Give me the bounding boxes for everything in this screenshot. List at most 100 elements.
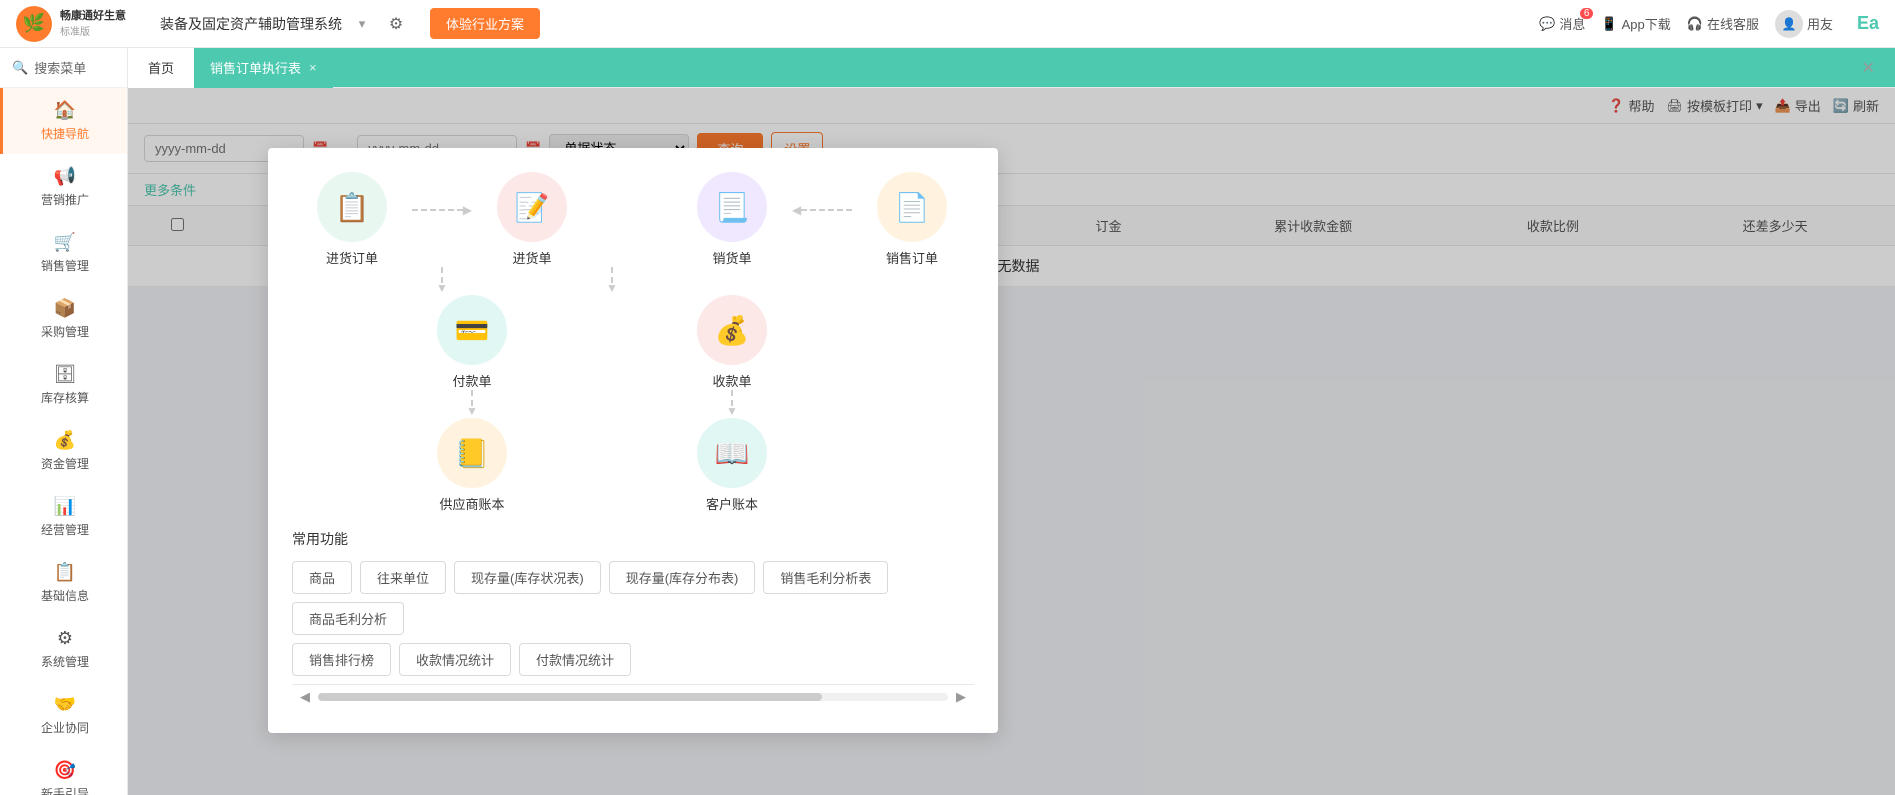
logo-text: 畅康通好生意 [60, 9, 126, 23]
purchase-order-icon: 📋 [317, 172, 387, 242]
receipt-label: 收款单 [712, 371, 751, 390]
sidebar-item-basic-info[interactable]: 📋 基础信息 [0, 550, 127, 616]
common-title: 常用功能 [292, 529, 974, 549]
sidebar-item-newbie[interactable]: 🎯 新手引导 [0, 748, 127, 795]
online-service-label: 在线客服 [1707, 14, 1759, 33]
flow-node-sales-bill[interactable]: 📃 销货单 [672, 172, 792, 267]
sidebar-item-enterprise[interactable]: 🤝 企业协同 [0, 682, 127, 748]
flow-node-customer-ledger[interactable]: 📖 客户账本 [672, 418, 792, 513]
flow-node-purchase-bill[interactable]: 📝 进货单 [472, 172, 592, 267]
sales-icon: 🛒 [54, 232, 76, 253]
system-dropdown-btn[interactable]: ▾ [350, 12, 374, 36]
user-area[interactable]: 👤 用友 [1775, 10, 1833, 38]
func-btn-payment-stats[interactable]: 付款情况统计 [519, 643, 631, 676]
func-btn-current-stock-status[interactable]: 现存量(库存状况表) [454, 561, 601, 594]
common-functions: 常用功能 商品 往来单位 现存量(库存状况表) 现存量(库存分布表) 销售毛利分… [292, 529, 974, 676]
purchase-icon: 📦 [54, 298, 76, 319]
operations-icon: 📊 [54, 496, 76, 517]
receipt-icon: 💰 [697, 295, 767, 365]
basic-info-icon: 📋 [54, 562, 76, 583]
tab-sales-order[interactable]: 销售订单执行表 × [194, 48, 333, 88]
sidebar-item-operations[interactable]: 📊 经营管理 [0, 484, 127, 550]
func-btns-row1: 商品 往来单位 现存量(库存状况表) 现存量(库存分布表) 销售毛利分析表 商品… [292, 561, 974, 635]
newbie-icon: 🎯 [54, 760, 76, 781]
sales-order-label: 销售订单 [886, 248, 938, 267]
sidebar-item-marketing[interactable]: 📢 营销推广 [0, 154, 127, 220]
purchase-bill-label: 进货单 [512, 248, 551, 267]
supplier-ledger-label: 供应商账本 [439, 494, 504, 513]
func-btn-product-margin[interactable]: 商品毛利分析 [292, 602, 404, 635]
customer-ledger-label: 客户账本 [706, 494, 758, 513]
sales-bill-label: 销货单 [712, 248, 751, 267]
search-label: 搜索菜单 [34, 58, 86, 77]
download-icon: 📱 [1601, 16, 1617, 32]
sales-order-icon: 📄 [877, 172, 947, 242]
supplier-ledger-icon: 📒 [437, 418, 507, 488]
top-right-area: 💬 消息 6 📱 App下载 🎧 在线客服 👤 用友 Ea [1539, 10, 1879, 38]
sidebar-item-label: 新手引导 [41, 785, 89, 795]
logo-area: 🌿 畅康通好生意 标准版 [16, 6, 144, 42]
modal-overlay[interactable]: 📋 进货订单 ▶ [128, 88, 1895, 795]
flow-node-sales-order[interactable]: 📄 销售订单 [852, 172, 972, 267]
gear-icon[interactable]: ⚙ [382, 10, 410, 38]
app-download-btn[interactable]: 📱 App下载 [1601, 14, 1670, 33]
flow-node-supplier-ledger[interactable]: 📒 供应商账本 [412, 418, 532, 513]
user-avatar: 👤 [1775, 10, 1803, 38]
scroll-thumb[interactable] [318, 693, 822, 701]
content-close-btn[interactable]: ✕ [1854, 60, 1883, 77]
sidebar-item-inventory[interactable]: 🗄 库存核算 [0, 352, 127, 418]
search-menu-btn[interactable]: 🔍 搜索菜单 [0, 48, 127, 88]
func-btns-row2: 销售排行榜 收款情况统计 付款情况统计 [292, 643, 974, 676]
ea-text: Ea [1857, 13, 1879, 34]
finance-icon: 💰 [54, 430, 76, 451]
func-btn-sales-margin-analysis[interactable]: 销售毛利分析表 [763, 561, 888, 594]
sidebar-item-label: 快捷导航 [41, 125, 89, 142]
flow-node-receipt[interactable]: 💰 收款单 [672, 295, 792, 390]
purchase-bill-icon: 📝 [497, 172, 567, 242]
marketing-icon: 📢 [54, 166, 76, 187]
home-icon: 🏠 [54, 100, 76, 121]
enterprise-icon: 🤝 [54, 694, 76, 715]
tab-home[interactable]: 首页 [128, 48, 194, 88]
message-icon: 💬 [1539, 16, 1555, 32]
func-btn-receipt-stats[interactable]: 收款情况统计 [399, 643, 511, 676]
tab-close-icon[interactable]: × [309, 60, 317, 75]
sidebar-item-label: 资金管理 [41, 455, 89, 472]
sidebar-item-quick-nav[interactable]: 🏠 快捷导航 [0, 88, 127, 154]
scroll-indicator: ◀ ▶ [292, 684, 974, 709]
sidebar-item-label: 经营管理 [41, 521, 89, 538]
func-btn-counterparty[interactable]: 往来单位 [360, 561, 446, 594]
online-service-btn[interactable]: 🎧 在线客服 [1687, 14, 1759, 33]
sidebar-item-label: 采购管理 [41, 323, 89, 340]
func-btn-current-stock-dist[interactable]: 现存量(库存分布表) [609, 561, 756, 594]
search-icon: 🔍 [12, 60, 28, 76]
inventory-icon: 🗄 [54, 364, 77, 385]
sidebar-item-system[interactable]: ⚙ 系统管理 [0, 616, 127, 682]
system-icon: ⚙ [57, 628, 73, 649]
scroll-track [318, 693, 948, 701]
message-badge: 6 [1580, 8, 1594, 19]
logo-sub: 标准版 [60, 23, 126, 38]
payment-label: 付款单 [452, 371, 491, 390]
tab-bar: 首页 销售订单执行表 × ✕ [128, 48, 1895, 88]
flow-node-purchase-order[interactable]: 📋 进货订单 [292, 172, 412, 267]
customer-ledger-icon: 📖 [697, 418, 767, 488]
message-btn[interactable]: 💬 消息 6 [1539, 14, 1585, 33]
flow-node-payment[interactable]: 💳 付款单 [412, 295, 532, 390]
sidebar-item-finance[interactable]: 💰 资金管理 [0, 418, 127, 484]
tab-bar-right: ✕ [1854, 58, 1895, 78]
sidebar-item-label: 企业协同 [41, 719, 89, 736]
func-btn-product[interactable]: 商品 [292, 561, 352, 594]
sales-bill-icon: 📃 [697, 172, 767, 242]
modal-box: 📋 进货订单 ▶ [268, 148, 998, 733]
scroll-left-btn[interactable]: ◀ [300, 689, 310, 705]
sidebar-item-label: 库存核算 [41, 389, 89, 406]
system-title-area: 装备及固定资产辅助管理系统 ▾ ⚙ 体验行业方案 [144, 8, 540, 39]
sidebar: 🔍 搜索菜单 🏠 快捷导航 📢 营销推广 🛒 销售管理 📦 采购管理 🗄 [0, 48, 128, 795]
logo-icon: 🌿 [16, 6, 52, 42]
sidebar-item-purchase[interactable]: 📦 采购管理 [0, 286, 127, 352]
scroll-right-btn[interactable]: ▶ [956, 689, 966, 705]
experience-button[interactable]: 体验行业方案 [430, 8, 540, 39]
sidebar-item-sales[interactable]: 🛒 销售管理 [0, 220, 127, 286]
func-btn-sales-ranking[interactable]: 销售排行榜 [292, 643, 391, 676]
